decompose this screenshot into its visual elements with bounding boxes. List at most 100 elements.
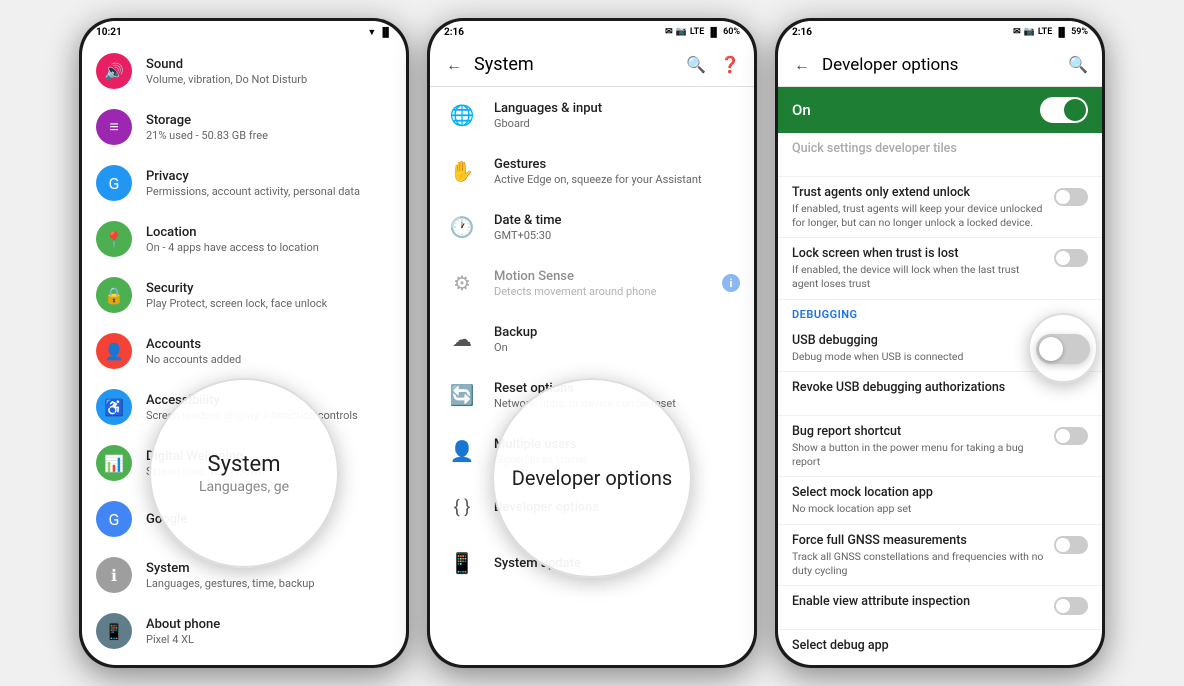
phone-3-screen: 2:16 ✉ 📷 LTE ▐▌ 59% ← Developer options … — [778, 21, 1102, 665]
status-bar-1: 10:21 ▼ ▐▌ — [82, 21, 406, 43]
dev-item-quick-tiles-title: Quick settings developer tiles — [792, 141, 1088, 156]
system-update-icon: 📱 — [444, 545, 480, 581]
search-button-2[interactable]: 🔍 — [684, 53, 708, 77]
lte-label: LTE — [690, 27, 704, 37]
phone-icon-3: 📷 — [1024, 27, 1035, 37]
dev-item-usb-debugging[interactable]: USB debugging Debug mode when USB is con… — [778, 325, 1102, 373]
setting-location-subtitle: On - 4 apps have access to location — [146, 241, 392, 254]
setting-security-title: Security — [146, 281, 392, 296]
dev-on-label: On — [792, 101, 1040, 119]
phone-1: 10:21 ▼ ▐▌ 🔊 Sound Volume, vibration, Do… — [79, 18, 409, 668]
setting-backup[interactable]: ☁ Backup On — [430, 311, 754, 367]
dev-item-mock-location-subtitle: No mock location app set — [792, 502, 1088, 516]
view-attribute-toggle[interactable] — [1054, 597, 1088, 615]
phone-2: 2:16 ✉ 📷 LTE ▐▌ 60% ← System 🔍 ❓ 🌐 Langu — [427, 18, 757, 668]
setting-gestures-title: Gestures — [494, 157, 740, 172]
dev-item-lock-screen-subtitle: If enabled, the device will lock when th… — [792, 263, 1046, 290]
status-time-1: 10:21 — [96, 27, 122, 38]
dev-item-lock-screen-title: Lock screen when trust is lost — [792, 246, 1046, 261]
setting-sound[interactable]: 🔊 Sound Volume, vibration, Do Not Distur… — [82, 43, 406, 99]
setting-motion-sense-text: Motion Sense Detects movement around pho… — [494, 269, 722, 298]
setting-location[interactable]: 📍 Location On - 4 apps have access to lo… — [82, 211, 406, 267]
phone-3: 2:16 ✉ 📷 LTE ▐▌ 59% ← Developer options … — [775, 18, 1105, 668]
setting-storage[interactable]: ≡ Storage 21% used - 50.83 GB free — [82, 99, 406, 155]
setting-storage-subtitle: 21% used - 50.83 GB free — [146, 129, 392, 142]
setting-sound-title: Sound — [146, 57, 392, 72]
setting-privacy[interactable]: G Privacy Permissions, account activity,… — [82, 155, 406, 211]
status-icons-3: ✉ 📷 LTE ▐▌ 59% — [1013, 27, 1088, 38]
setting-datetime-text: Date & time GMT+05:30 — [494, 213, 740, 242]
toolbar-icons-2: 🔍 ❓ — [684, 53, 742, 77]
status-icons-1: ▼ ▐▌ — [367, 27, 392, 38]
setting-accounts[interactable]: 👤 Accounts No accounts added — [82, 323, 406, 379]
back-button-3[interactable]: ← — [790, 53, 814, 77]
sound-icon: 🔊 — [96, 53, 132, 89]
setting-motion-sense-subtitle: Detects movement around phone — [494, 285, 722, 298]
circle-overlay-1: System Languages, ge — [149, 378, 339, 568]
dev-item-lock-screen[interactable]: Lock screen when trust is lost If enable… — [778, 238, 1102, 299]
setting-languages[interactable]: 🌐 Languages & input Gboard — [430, 87, 754, 143]
wifi-icon: ▼ — [367, 27, 376, 38]
back-button-2[interactable]: ← — [442, 53, 466, 77]
dev-item-mock-location-text: Select mock location app No mock locatio… — [792, 485, 1088, 516]
setting-datetime[interactable]: 🕐 Date & time GMT+05:30 — [430, 199, 754, 255]
circle-text-dev-options: Developer options — [512, 466, 672, 490]
toolbar-title-3: Developer options — [822, 55, 1066, 75]
system-icon: ℹ — [96, 557, 132, 593]
dev-item-bug-report-subtitle: Show a button in the power menu for taki… — [792, 441, 1046, 468]
bug-report-toggle[interactable] — [1054, 427, 1088, 445]
dev-item-mock-location[interactable]: Select mock location app No mock locatio… — [778, 477, 1102, 525]
setting-motion-sense[interactable]: ⚙ Motion Sense Detects movement around p… — [430, 255, 754, 311]
circle-overlay-2: Developer options — [492, 378, 692, 578]
msg-icon-3: ✉ — [1013, 27, 1021, 37]
dev-item-trust-agents-subtitle: If enabled, trust agents will keep your … — [792, 202, 1046, 229]
setting-about-phone[interactable]: 📱 About phone Pixel 4 XL — [82, 603, 406, 659]
toolbar-3: ← Developer options 🔍 — [778, 43, 1102, 87]
circle-subtext-system: Languages, ge — [199, 479, 289, 495]
setting-about-phone-subtitle: Pixel 4 XL — [146, 633, 392, 646]
dev-item-view-attribute-title: Enable view attribute inspection — [792, 594, 1046, 609]
privacy-icon: G — [96, 165, 132, 201]
signal-icon-2: ▐▌ — [707, 27, 720, 38]
setting-backup-title: Backup — [494, 325, 740, 340]
setting-gestures[interactable]: ✋ Gestures Active Edge on, squeeze for y… — [430, 143, 754, 199]
digital-wellbeing-icon: 📊 — [96, 445, 132, 481]
setting-privacy-subtitle: Permissions, account activity, personal … — [146, 185, 392, 198]
setting-tips[interactable]: ? Tips & support Help articles, phone & … — [82, 659, 406, 665]
setting-about-phone-text: About phone Pixel 4 XL — [146, 617, 392, 646]
msg-icon: ✉ — [665, 27, 673, 37]
setting-about-phone-title: About phone — [146, 617, 392, 632]
dev-on-toggle[interactable] — [1040, 97, 1088, 123]
search-button-3[interactable]: 🔍 — [1066, 53, 1090, 77]
signal-icon: ▐▌ — [379, 27, 392, 38]
phone-icon: 📷 — [676, 27, 687, 37]
setting-security-text: Security Play Protect, screen lock, face… — [146, 281, 392, 310]
dev-item-bug-report[interactable]: Bug report shortcut Show a button in the… — [778, 416, 1102, 477]
setting-system-subtitle: Languages, gestures, time, backup — [146, 577, 392, 590]
status-time-3: 2:16 — [792, 27, 812, 38]
dev-item-view-attribute[interactable]: Enable view attribute inspection — [778, 586, 1102, 630]
help-button-2[interactable]: ❓ — [718, 53, 742, 77]
lock-screen-toggle[interactable] — [1054, 249, 1088, 267]
setting-languages-subtitle: Gboard — [494, 117, 740, 130]
dev-item-debug-app[interactable]: Select debug app — [778, 630, 1102, 665]
multiple-users-icon: 👤 — [444, 433, 480, 469]
dev-item-gnss[interactable]: Force full GNSS measurements Track all G… — [778, 525, 1102, 586]
status-bar-3: 2:16 ✉ 📷 LTE ▐▌ 59% — [778, 21, 1102, 43]
accessibility-icon: ♿ — [96, 389, 132, 425]
trust-agents-toggle[interactable] — [1054, 188, 1088, 206]
dev-item-lock-screen-text: Lock screen when trust is lost If enable… — [792, 246, 1046, 290]
usb-debugging-toggle[interactable] — [1036, 334, 1090, 364]
about-phone-icon: 📱 — [96, 613, 132, 649]
setting-storage-text: Storage 21% used - 50.83 GB free — [146, 113, 392, 142]
setting-storage-title: Storage — [146, 113, 392, 128]
dev-item-trust-agents[interactable]: Trust agents only extend unlock If enabl… — [778, 177, 1102, 238]
setting-accounts-title: Accounts — [146, 337, 392, 352]
storage-icon: ≡ — [96, 109, 132, 145]
gnss-toggle[interactable] — [1054, 536, 1088, 554]
dev-item-bug-report-text: Bug report shortcut Show a button in the… — [792, 424, 1046, 468]
setting-datetime-subtitle: GMT+05:30 — [494, 229, 740, 242]
dev-item-quick-tiles[interactable]: Quick settings developer tiles — [778, 133, 1102, 177]
setting-security[interactable]: 🔒 Security Play Protect, screen lock, fa… — [82, 267, 406, 323]
toolbar-title-2: System — [474, 54, 684, 75]
